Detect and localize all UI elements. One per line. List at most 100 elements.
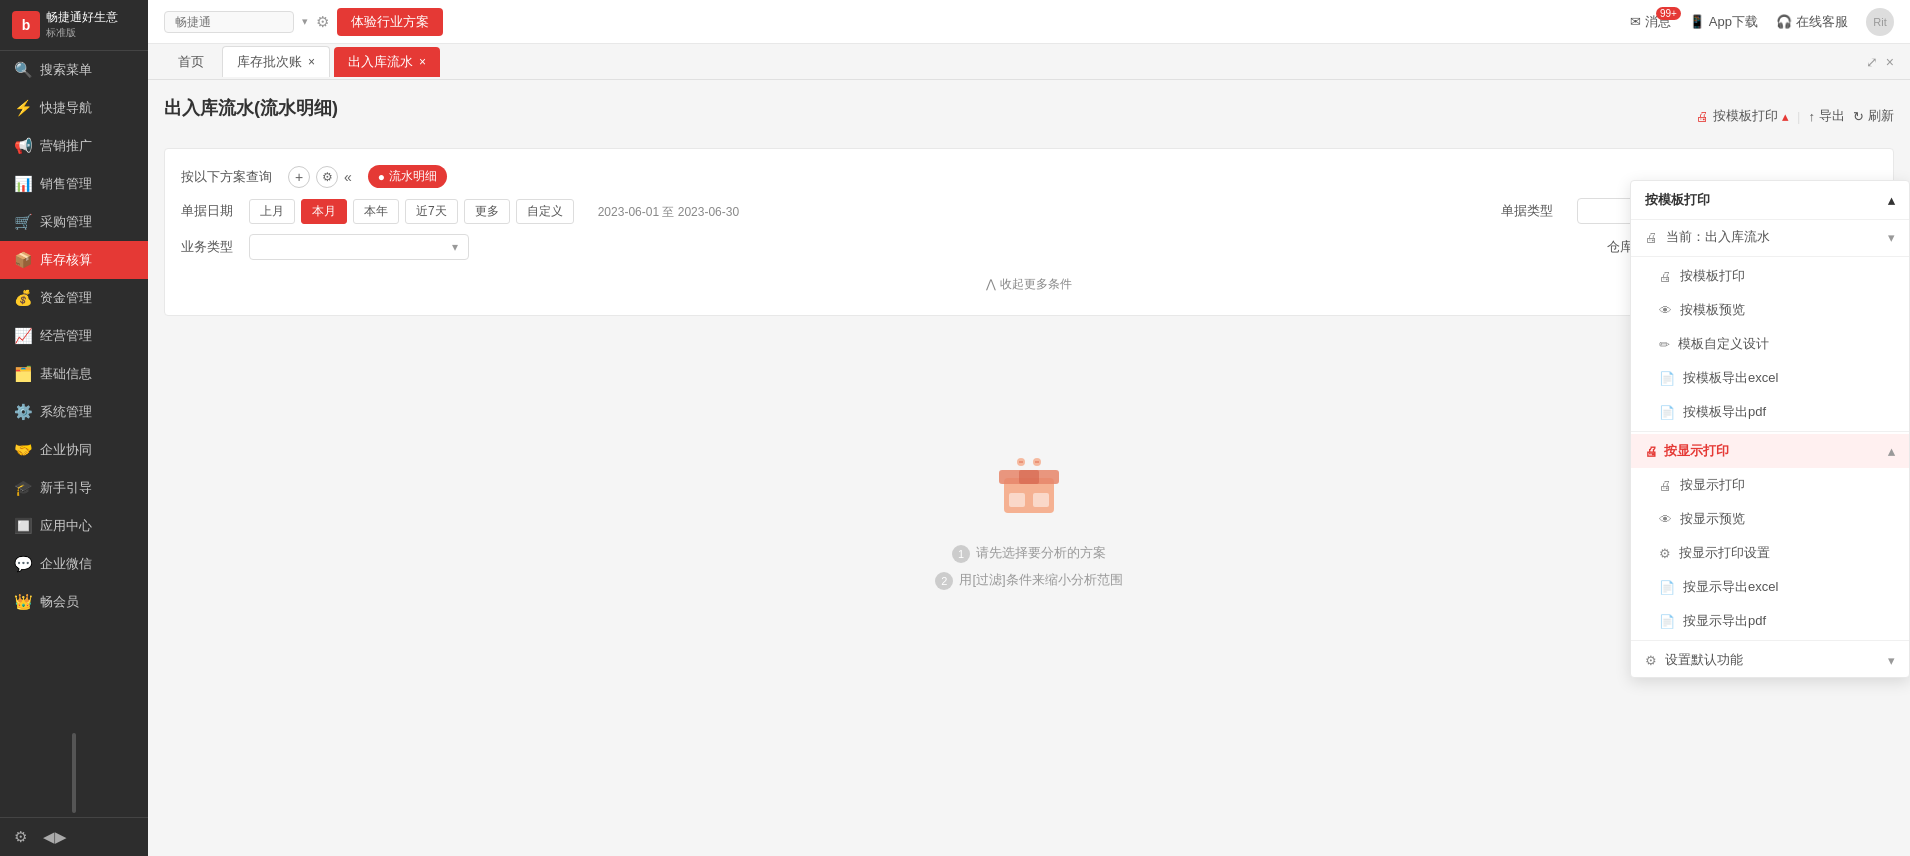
filter-row-2: 单据日期 上月 本月 本年 近7天 更多 自定义 2023-06-01 至 20… — [181, 198, 1877, 224]
date-this-year[interactable]: 本年 — [353, 199, 399, 224]
sidebar-item-basic[interactable]: 🗂️ 基础信息 — [0, 355, 148, 393]
app-download-button[interactable]: 📱 App下载 — [1689, 13, 1758, 31]
dropdown-default-func[interactable]: ⚙ 设置默认功能 ▾ — [1631, 643, 1909, 677]
dropdown-display-settings[interactable]: ⚙ 按显示打印设置 — [1631, 536, 1909, 570]
refresh-label: 刷新 — [1868, 107, 1894, 125]
sidebar-item-wechat[interactable]: 💬 企业微信 — [0, 545, 148, 583]
tab-home[interactable]: 首页 — [164, 47, 218, 77]
sidebar-item-inventory[interactable]: 📦 库存核算 — [0, 241, 148, 279]
dropdown-current[interactable]: 🖨 当前：出入库流水 ▾ — [1631, 220, 1909, 254]
template-excel-label: 按模板导出excel — [1683, 369, 1778, 387]
sidebar-label-guide: 新手引导 — [40, 479, 92, 497]
download-icon: 📱 — [1689, 14, 1705, 29]
dropdown-display-pdf[interactable]: 📄 按显示导出pdf — [1631, 604, 1909, 638]
tab-close-all-icon[interactable]: × — [1886, 54, 1894, 70]
tab-flow-label: 出入库流水 — [348, 53, 413, 71]
online-service-button[interactable]: 🎧 在线客服 — [1776, 13, 1848, 31]
biz-type-label: 业务类型 — [181, 238, 233, 256]
default-func-label: 设置默认功能 — [1665, 651, 1743, 669]
current-label: 当前：出入库流水 — [1666, 228, 1770, 246]
message-badge: 99+ — [1656, 7, 1681, 20]
filter-collapse-icon[interactable]: « — [344, 169, 352, 185]
page-header-row: 出入库流水(流水明细) 🖨 按模板打印 ▴ | ↑ 导出 ↻ 刷新 — [164, 96, 1894, 136]
filter-actions: + ⚙ « — [288, 166, 352, 188]
dropdown-template-excel[interactable]: 📄 按模板导出excel — [1631, 361, 1909, 395]
print-dropdown-icon[interactable]: ▴ — [1782, 109, 1789, 124]
sidebar-item-search[interactable]: 🔍 搜索菜单 — [0, 51, 148, 89]
sidebar-item-finance[interactable]: 💰 资金管理 — [0, 279, 148, 317]
dropdown-display-excel[interactable]: 📄 按显示导出excel — [1631, 570, 1909, 604]
biz-type-select[interactable]: ▾ — [249, 234, 469, 260]
collapse-bottom-icon[interactable]: ◀▶ — [43, 828, 67, 846]
current-icon: 🖨 — [1645, 230, 1658, 245]
print-template-button[interactable]: 🖨 按模板打印 ▴ — [1696, 107, 1789, 125]
dropdown-template-pdf[interactable]: 📄 按模板导出pdf — [1631, 395, 1909, 429]
display-section-header[interactable]: 🖨 按显示打印 ▴ — [1631, 434, 1909, 468]
search-dropdown-icon[interactable]: ▾ — [302, 15, 308, 28]
template-excel-icon: 📄 — [1659, 371, 1675, 386]
sidebar-icon-system: ⚙️ — [14, 403, 32, 421]
export-icon: ↑ — [1809, 109, 1816, 124]
template-print-label: 按模板打印 — [1680, 267, 1745, 285]
refresh-icon: ↻ — [1853, 109, 1864, 124]
empty-step-2: 2 用[过滤]条件来缩小分析范围 — [935, 571, 1122, 590]
date-this-month[interactable]: 本月 — [301, 199, 347, 224]
dropdown-display-preview[interactable]: 👁 按显示预览 — [1631, 502, 1909, 536]
dropdown-template-print[interactable]: 🖨 按模板打印 — [1631, 259, 1909, 293]
dropdown-template-preview[interactable]: 👁 按模板预览 — [1631, 293, 1909, 327]
message-button[interactable]: ✉ 消息 99+ — [1630, 13, 1671, 31]
tab-flow[interactable]: 出入库流水 × — [334, 47, 440, 77]
dropdown-collapse-icon[interactable]: ▴ — [1888, 193, 1895, 208]
step-1-num: 1 — [952, 545, 970, 563]
sidebar-label-marketing: 营销推广 — [40, 137, 92, 155]
tab-flow-close-icon[interactable]: × — [419, 55, 426, 69]
dropdown-display-print[interactable]: 🖨 按显示打印 — [1631, 468, 1909, 502]
sidebar-icon-operations: 📈 — [14, 327, 32, 345]
sidebar-item-member[interactable]: 👑 畅会员 — [0, 583, 148, 621]
topbar: ▾ ⚙ 体验行业方案 ✉ 消息 99+ 📱 App下载 🎧 在线客服 Rit — [148, 0, 1910, 44]
refresh-button[interactable]: ↻ 刷新 — [1853, 107, 1894, 125]
sidebar-item-quicknav[interactable]: ⚡ 快捷导航 — [0, 89, 148, 127]
user-avatar-area[interactable]: Rit — [1866, 8, 1894, 36]
filter-gear-button[interactable]: ⚙ — [316, 166, 338, 188]
sidebar-item-apps[interactable]: 🔲 应用中心 — [0, 507, 148, 545]
trial-button[interactable]: 体验行业方案 — [337, 8, 443, 36]
date-custom[interactable]: 自定义 — [516, 199, 574, 224]
date-more[interactable]: 更多 — [464, 199, 510, 224]
tab-batch-close-icon[interactable]: × — [308, 55, 315, 69]
dropdown-title: 按模板打印 — [1645, 191, 1710, 209]
sidebar-label-collab: 企业协同 — [40, 441, 92, 459]
sidebar-item-guide[interactable]: 🎓 新手引导 — [0, 469, 148, 507]
default-func-icon: ⚙ — [1645, 653, 1657, 668]
step-2-label: 用[过滤]条件来缩小分析范围 — [959, 571, 1122, 589]
settings-bottom-icon[interactable]: ⚙ — [14, 828, 27, 846]
sidebar-item-operations[interactable]: 📈 经营管理 — [0, 317, 148, 355]
template-custom-label: 模板自定义设计 — [1678, 335, 1769, 353]
display-settings-icon: ⚙ — [1659, 546, 1671, 561]
sidebar-item-marketing[interactable]: 📢 营销推广 — [0, 127, 148, 165]
date-last7[interactable]: 近7天 — [405, 199, 458, 224]
date-last-month[interactable]: 上月 — [249, 199, 295, 224]
tab-batch[interactable]: 库存批次账 × — [222, 46, 330, 77]
page-content: 出入库流水(流水明细) 🖨 按模板打印 ▴ | ↑ 导出 ↻ 刷新 — [148, 80, 1910, 856]
export-button[interactable]: ↑ 导出 — [1809, 107, 1846, 125]
sidebar-icon-sales: 📊 — [14, 175, 32, 193]
biz-type-dropdown-icon: ▾ — [452, 240, 458, 254]
filter-tag-item[interactable]: ● 流水明细 — [368, 165, 447, 188]
search-input[interactable] — [164, 11, 294, 33]
sidebar-item-collab[interactable]: 🤝 企业协同 — [0, 431, 148, 469]
message-icon: ✉ — [1630, 14, 1641, 29]
sidebar-item-sales[interactable]: 📊 销售管理 — [0, 165, 148, 203]
sidebar-label-quicknav: 快捷导航 — [40, 99, 92, 117]
sidebar-item-purchase[interactable]: 🛒 采购管理 — [0, 203, 148, 241]
sidebar-icon-member: 👑 — [14, 593, 32, 611]
collapse-bar[interactable]: ⋀ 收起更多条件 — [181, 270, 1877, 299]
sidebar-icon-apps: 🔲 — [14, 517, 32, 535]
dropdown-template-custom[interactable]: ✏ 模板自定义设计 — [1631, 327, 1909, 361]
filter-row-3: 业务类型 ▾ 仓库 ··· — [181, 234, 1877, 260]
sidebar-nav: 🔍 搜索菜单 ⚡ 快捷导航 📢 营销推广 📊 销售管理 🛒 采购管理 📦 库存核… — [0, 51, 148, 729]
sidebar-item-system[interactable]: ⚙️ 系统管理 — [0, 393, 148, 431]
filter-add-button[interactable]: + — [288, 166, 310, 188]
tab-maximize-icon[interactable]: ⤢ — [1866, 54, 1878, 70]
topbar-gear-icon[interactable]: ⚙ — [316, 13, 329, 31]
